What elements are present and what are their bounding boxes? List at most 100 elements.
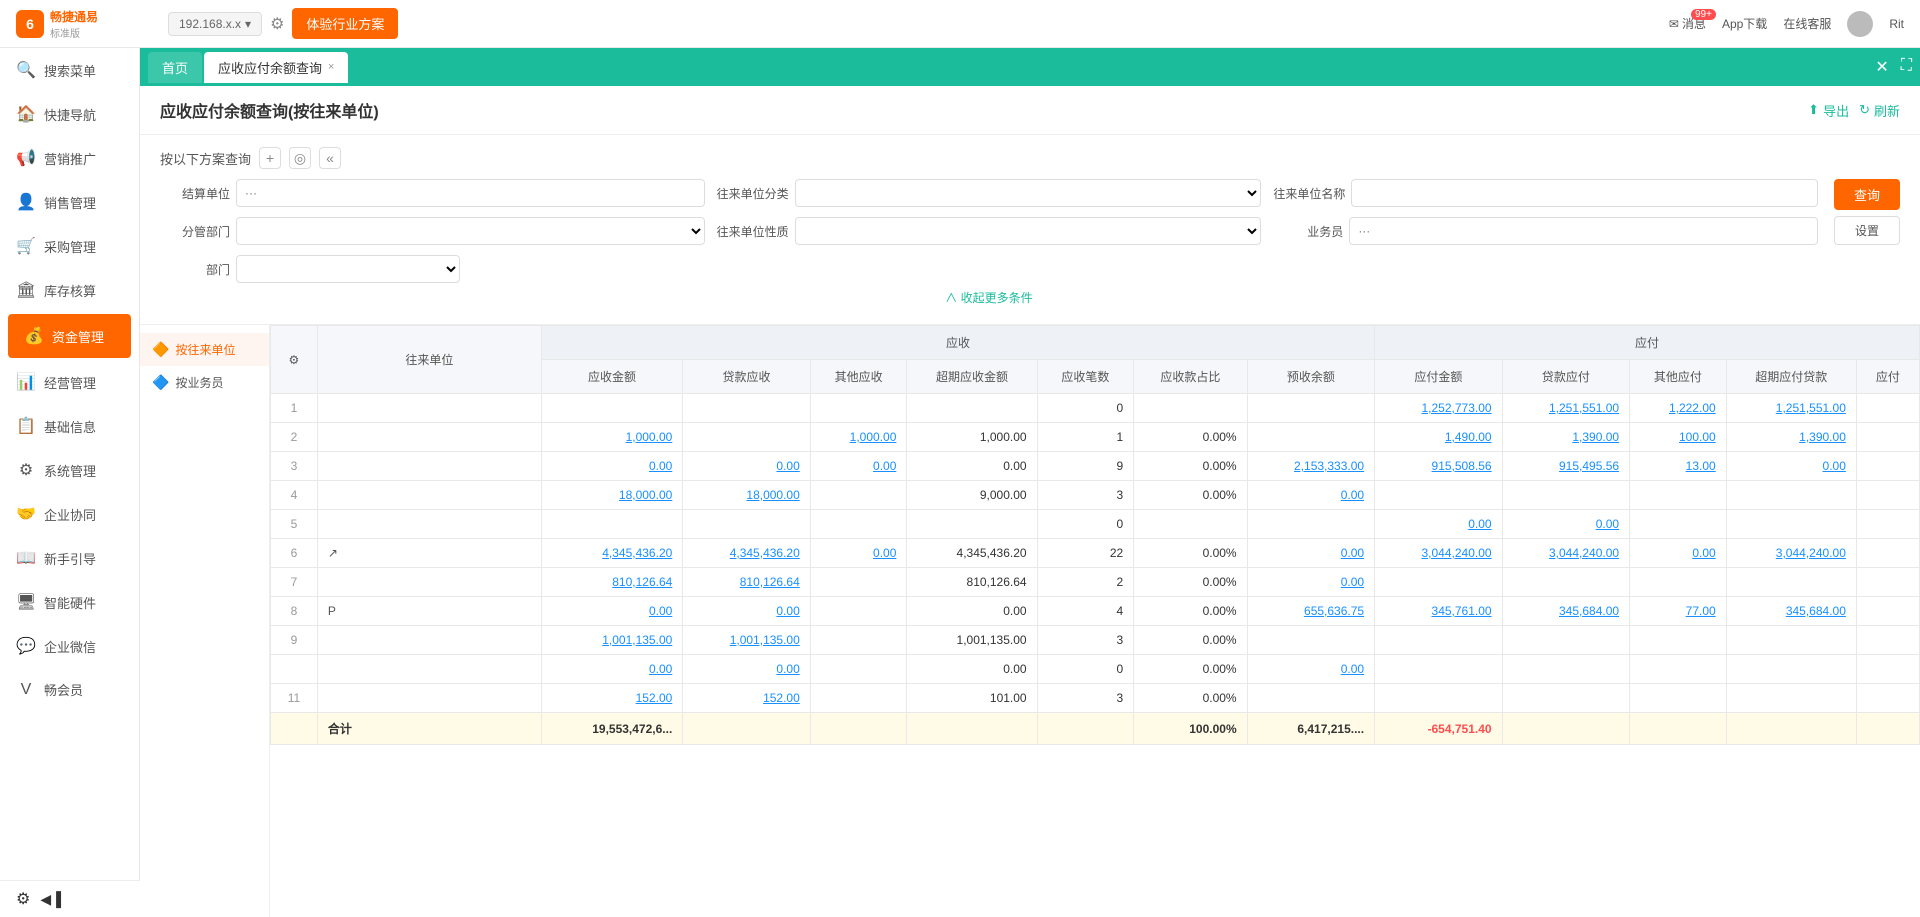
row-ar-loan[interactable]: 810,126.64: [683, 568, 810, 597]
row-ap-amount[interactable]: 3,044,240.00: [1375, 539, 1502, 568]
row-ap-overdue[interactable]: 3,044,240.00: [1726, 539, 1856, 568]
query-button[interactable]: 查询: [1834, 179, 1900, 210]
contact-name-input[interactable]: [1351, 179, 1818, 207]
row-ar-amount[interactable]: 1,000.00: [541, 423, 682, 452]
row-ap-loan[interactable]: 1,390.00: [1502, 423, 1629, 452]
sidebar-item-sales[interactable]: 👤 销售管理: [0, 180, 139, 224]
sidebar-item-system[interactable]: ⚙ 系统管理: [0, 448, 139, 492]
row-ap-loan[interactable]: 1,251,551.00: [1502, 394, 1629, 423]
tab-ar-query[interactable]: 应收应付余额查询 ×: [204, 52, 348, 83]
row-ap-loan[interactable]: 0.00: [1502, 510, 1629, 539]
row-ar-amount[interactable]: 4,345,436.20: [541, 539, 682, 568]
app-download-link[interactable]: App下载: [1722, 15, 1767, 32]
left-panel-item-by-salesperson[interactable]: 🔷 按业务员: [140, 366, 269, 399]
tab-close-window-icon[interactable]: ✕: [1875, 57, 1888, 77]
filter-collapse-icon[interactable]: «: [319, 147, 341, 169]
row-ar-other[interactable]: 0.00: [810, 452, 907, 481]
row-ar-other[interactable]: 0.00: [810, 539, 907, 568]
row-ar-loan[interactable]: 0.00: [683, 655, 810, 684]
row-ar-amount[interactable]: 1,001,135.00: [541, 626, 682, 655]
row-ar-amount[interactable]: 0.00: [541, 597, 682, 626]
sidebar-item-smart-hw[interactable]: 🖥 智能硬件: [0, 580, 139, 624]
filter-item-salesperson: 业务员: [1273, 217, 1818, 245]
row-ar-amount[interactable]: 0.00: [541, 655, 682, 684]
tab-maximize-icon[interactable]: ⛶: [1901, 57, 1912, 77]
row-prepay[interactable]: 0.00: [1247, 481, 1374, 510]
sidebar-item-member[interactable]: V 畅会员: [0, 668, 139, 711]
row-prepay[interactable]: 0.00: [1247, 655, 1374, 684]
row-ar-amount[interactable]: 152.00: [541, 684, 682, 713]
settlement-input[interactable]: [236, 179, 705, 207]
row-ap-loan[interactable]: 3,044,240.00: [1502, 539, 1629, 568]
row-ar-amount[interactable]: 18,000.00: [541, 481, 682, 510]
settings-bottom-icon[interactable]: ⚙: [16, 889, 30, 909]
gear-icon[interactable]: ⚙: [270, 14, 284, 34]
row-ap-other[interactable]: 0.00: [1630, 539, 1727, 568]
sidebar-item-inventory[interactable]: 🏛 库存核算: [0, 268, 139, 312]
sidebar-item-search-menu[interactable]: 🔍 搜索菜单: [0, 48, 139, 92]
row-ap-loan[interactable]: 345,684.00: [1502, 597, 1629, 626]
row-ap-other[interactable]: 1,222.00: [1630, 394, 1727, 423]
row-prepay[interactable]: 655,636.75: [1247, 597, 1374, 626]
avatar[interactable]: [1847, 11, 1873, 37]
sidebar-item-enterprise-collab[interactable]: 🤝 企业协同: [0, 492, 139, 536]
row-prepay[interactable]: 0.00: [1247, 539, 1374, 568]
solution-button[interactable]: 体验行业方案: [292, 8, 398, 39]
filter-target-icon[interactable]: ◎: [289, 147, 311, 169]
table-settings-icon[interactable]: ⚙: [289, 353, 300, 367]
row-ar-loan[interactable]: 1,001,135.00: [683, 626, 810, 655]
salesperson-input[interactable]: [1349, 217, 1818, 245]
row-prepay[interactable]: 0.00: [1247, 568, 1374, 597]
row-ap-other[interactable]: 13.00: [1630, 452, 1727, 481]
row-ar-amount[interactable]: 0.00: [541, 452, 682, 481]
row-ap-amount[interactable]: 1,490.00: [1375, 423, 1502, 452]
refresh-button[interactable]: ↻ 刷新: [1859, 101, 1900, 120]
tab-home[interactable]: 首页: [148, 52, 202, 83]
row-ap-other: [1630, 481, 1727, 510]
row-ar-loan[interactable]: 4,345,436.20: [683, 539, 810, 568]
dept2-select[interactable]: [236, 255, 460, 283]
sidebar-item-finance[interactable]: 💰 资金管理: [8, 314, 131, 358]
sidebar-item-quick-nav[interactable]: 🏠 快捷导航: [0, 92, 139, 136]
sidebar-item-operations[interactable]: 📊 经营管理: [0, 360, 139, 404]
left-panel-item-by-unit[interactable]: 🔶 按往来单位: [140, 333, 269, 366]
message-icon-area[interactable]: ✉ 消息 99+: [1669, 15, 1706, 32]
collapse-sidebar-icon[interactable]: ◀▐: [40, 891, 61, 908]
row-ar-loan[interactable]: 18,000.00: [683, 481, 810, 510]
sidebar-item-enterprise-wechat[interactable]: 💬 企业微信: [0, 624, 139, 668]
row-prepay[interactable]: 2,153,333.00: [1247, 452, 1374, 481]
sidebar-item-marketing[interactable]: 📢 营销推广: [0, 136, 139, 180]
table-settings-th[interactable]: ⚙: [271, 326, 318, 394]
row-ap-amount[interactable]: 1,252,773.00: [1375, 394, 1502, 423]
tab-close-icon[interactable]: ×: [328, 61, 334, 73]
row-ar-overdue: 810,126.64: [907, 568, 1037, 597]
row-ap-overdue[interactable]: 345,684.00: [1726, 597, 1856, 626]
row-ap-overdue[interactable]: 1,251,551.00: [1726, 394, 1856, 423]
row-ap-other[interactable]: 77.00: [1630, 597, 1727, 626]
contact-nature-select[interactable]: [795, 217, 1262, 245]
collapse-more-btn[interactable]: ∧ 收起更多条件: [160, 283, 1818, 312]
row-ap-loan[interactable]: 915,495.56: [1502, 452, 1629, 481]
row-ap-amount[interactable]: 0.00: [1375, 510, 1502, 539]
sidebar-item-purchase[interactable]: 🛒 采购管理: [0, 224, 139, 268]
online-service-link[interactable]: 在线客服: [1783, 15, 1831, 32]
export-button[interactable]: ⬆ 导出: [1808, 101, 1849, 120]
dept-select[interactable]: [236, 217, 705, 245]
row-ar-loan[interactable]: 0.00: [683, 597, 810, 626]
filter-add-icon[interactable]: +: [259, 147, 281, 169]
chevron-down-icon[interactable]: ▾: [245, 17, 251, 31]
sidebar-item-basic-info[interactable]: 📋 基础信息: [0, 404, 139, 448]
contact-cat-select[interactable]: [795, 179, 1262, 207]
row-ap-amount[interactable]: 915,508.56: [1375, 452, 1502, 481]
row-ar-loan[interactable]: 0.00: [683, 452, 810, 481]
row-ar-other[interactable]: 1,000.00: [810, 423, 907, 452]
sidebar-item-starter[interactable]: 📖 新手引导: [0, 536, 139, 580]
row-ap-other[interactable]: 100.00: [1630, 423, 1727, 452]
setting-button[interactable]: 设置: [1834, 216, 1900, 245]
row-ap-overdue[interactable]: 1,390.00: [1726, 423, 1856, 452]
row-ar-amount[interactable]: 810,126.64: [541, 568, 682, 597]
row-ap-amount[interactable]: 345,761.00: [1375, 597, 1502, 626]
row-ap-overdue[interactable]: 0.00: [1726, 452, 1856, 481]
row-ar-loan[interactable]: 152.00: [683, 684, 810, 713]
sidebar-label-collab: 企业协同: [44, 505, 96, 524]
